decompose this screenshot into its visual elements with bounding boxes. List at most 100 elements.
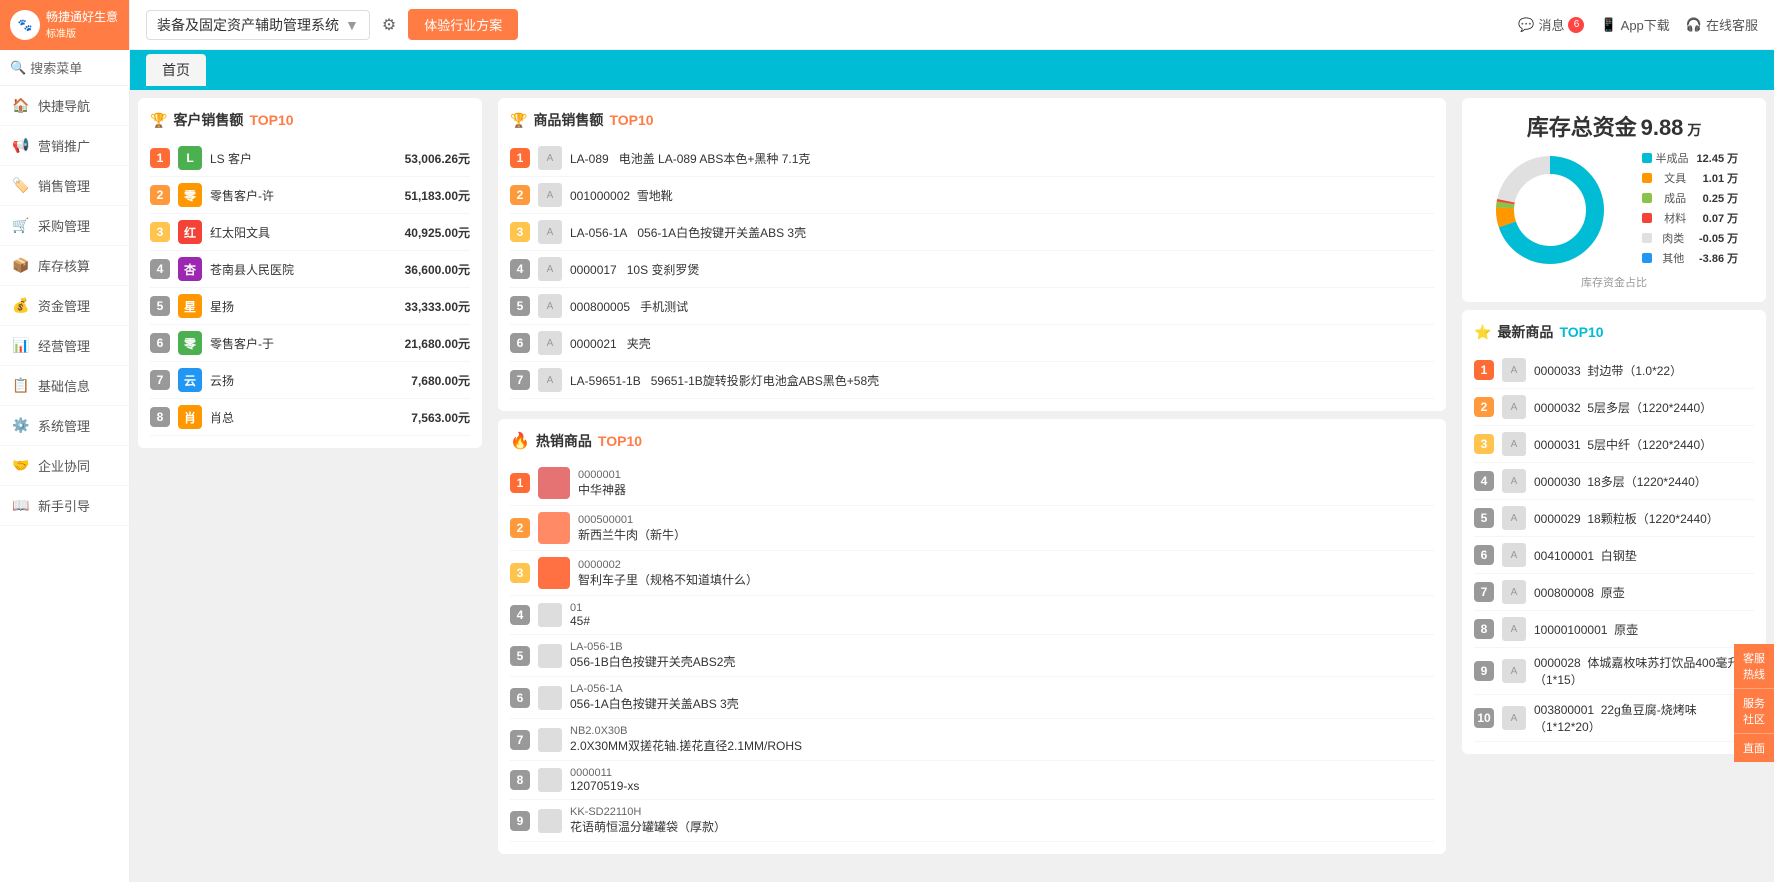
sidebar-item-quick-nav[interactable]: 🏠 快捷导航	[0, 86, 129, 126]
sidebar-item-basic-info[interactable]: 📋 基础信息	[0, 366, 129, 406]
rank-number: 7	[150, 370, 170, 390]
rank-number: 1	[510, 473, 530, 493]
product-thumb: A	[538, 331, 562, 355]
online-service-button[interactable]: 🎧 在线客服	[1686, 15, 1758, 34]
legend-value: -0.05 万	[1699, 230, 1738, 246]
sidebar-item-inventory[interactable]: 📦 库存核算	[0, 246, 129, 286]
list-item: 3 红 红太阳文具 40,925.00元	[150, 214, 470, 251]
avatar: 零	[178, 183, 202, 207]
rank-number: 1	[510, 148, 530, 168]
sidebar-item-marketing[interactable]: 📢 营销推广	[0, 126, 129, 166]
direct-button[interactable]: 直面	[1734, 734, 1774, 762]
message-badge: 6	[1568, 17, 1584, 33]
product-info: 0000021 夹壳	[570, 335, 1434, 352]
product-info: 0000033 封边带（1.0*22）	[1534, 362, 1754, 379]
money-icon: 💰	[12, 297, 30, 315]
trial-button[interactable]: 体验行业方案	[408, 9, 518, 40]
list-item: 1 L LS 客户 53,006.26元	[150, 140, 470, 177]
star-icon: ⭐	[1474, 324, 1491, 341]
product-code: 0000002	[578, 559, 758, 571]
cart-icon: 🛒	[12, 217, 30, 235]
product-info: 0000031 5层中纤（1220*2440）	[1534, 436, 1754, 453]
product-info: 004100001 白钢垫	[1534, 547, 1754, 564]
product-code: 0000001	[578, 469, 626, 481]
product-thumb: A	[538, 146, 562, 170]
avatar: 杏	[178, 257, 202, 281]
message-icon: 💬	[1518, 17, 1534, 33]
rank-number: 5	[1474, 508, 1494, 528]
phone-icon: 📱	[1600, 17, 1616, 33]
message-label: 消息	[1538, 15, 1564, 34]
message-button[interactable]: 💬 消息 6	[1518, 15, 1584, 34]
sidebar-item-guide[interactable]: 📖 新手引导	[0, 486, 129, 526]
sidebar-item-operations[interactable]: 📊 经营管理	[0, 326, 129, 366]
product-thumb	[538, 809, 562, 833]
sidebar-item-sales[interactable]: 🏷️ 销售管理	[0, 166, 129, 206]
rank-number: 4	[510, 259, 530, 279]
online-service-label: 在线客服	[1706, 15, 1758, 34]
product-thumb: A	[538, 183, 562, 207]
product-info: 0000028 体城嘉枚味苏打饮品400毫升（1*15）	[1534, 654, 1754, 688]
customer-name: 云扬	[210, 372, 403, 389]
list-item: 7 A 000800008 原壶	[1474, 574, 1754, 611]
product-name: 056-1B白色按键开关壳ABS2壳	[570, 653, 735, 670]
list-item: 5 A 0000029 18颗粒板（1220*2440）	[1474, 500, 1754, 537]
list-item: 2 000500001 新西兰牛肉（新牛）	[510, 506, 1434, 551]
product-code: NB2.0X30B	[570, 725, 802, 737]
avatar: L	[178, 146, 202, 170]
product-thumb	[538, 728, 562, 752]
customer-value: 40,925.00元	[405, 224, 470, 241]
list-item: 1 0000001 中华神器	[510, 461, 1434, 506]
sidebar-item-cooperation[interactable]: 🤝 企业协同	[0, 446, 129, 486]
inventory-chart-label: 库存资金占比	[1474, 274, 1754, 290]
product-code: 000500001	[578, 514, 686, 526]
system-name-text: 装备及固定资产辅助管理系统	[157, 15, 339, 35]
settings-icon[interactable]: ⚙	[382, 15, 396, 35]
handshake-icon: 🤝	[12, 457, 30, 475]
customer-service-button[interactable]: 客服 热线	[1734, 644, 1774, 689]
product-name: 12070519-xs	[570, 779, 639, 793]
list-item: 5 星 星扬 33,333.00元	[150, 288, 470, 325]
rank-number: 2	[1474, 397, 1494, 417]
legend-item: 其他 -3.86 万	[1642, 250, 1739, 266]
inventory-value: 9.88	[1641, 115, 1684, 140]
avatar: 云	[178, 368, 202, 392]
rank-number: 6	[510, 688, 530, 708]
list-item: 5 LA-056-1B 056-1B白色按键开关壳ABS2壳	[510, 635, 1434, 677]
product-name: 2.0X30MM双搓花轴.搓花直径2.1MM/ROHS	[570, 737, 802, 754]
rank-number: 1	[1474, 360, 1494, 380]
sidebar-item-system[interactable]: ⚙️ 系统管理	[0, 406, 129, 446]
list-item: 3 0000002 智利车子里（规格不知道填什么）	[510, 551, 1434, 596]
product-info: 001000002 雪地靴	[570, 187, 1434, 204]
hot-products-title: 🔥 热销商品 TOP10	[510, 431, 1434, 451]
product-name: 056-1A白色按键开关盖ABS 3壳	[570, 695, 739, 712]
sidebar-item-label: 企业协同	[38, 456, 90, 475]
logo-title: 畅捷通好生意	[46, 10, 118, 26]
rank-number: 9	[510, 811, 530, 831]
product-thumb: A	[1502, 395, 1526, 419]
product-thumb: A	[1502, 543, 1526, 567]
product-thumb: A	[1502, 432, 1526, 456]
rank-number: 6	[1474, 545, 1494, 565]
list-item: 7 NB2.0X30B 2.0X30MM双搓花轴.搓花直径2.1MM/ROHS	[510, 719, 1434, 761]
tab-home[interactable]: 首页	[146, 54, 206, 86]
sidebar-item-label: 系统管理	[38, 416, 90, 435]
float-buttons: 客服 热线 服务 社区 直面	[1734, 644, 1774, 762]
sidebar-item-label: 销售管理	[38, 176, 90, 195]
product-name: 智利车子里（规格不知道填什么）	[578, 571, 758, 588]
app-download-button[interactable]: 📱 App下载	[1600, 15, 1669, 34]
sidebar-item-purchase[interactable]: 🛒 采购管理	[0, 206, 129, 246]
service-community-button[interactable]: 服务 社区	[1734, 689, 1774, 734]
sidebar-item-label: 快捷导航	[38, 96, 90, 115]
list-item: 2 A 001000002 雪地靴	[510, 177, 1434, 214]
legend-value: 0.07 万	[1703, 210, 1738, 226]
customer-value: 53,006.26元	[405, 150, 470, 167]
sidebar-item-finance[interactable]: 💰 资金管理	[0, 286, 129, 326]
dropdown-icon[interactable]: ▼	[345, 17, 359, 33]
rank-number: 7	[510, 730, 530, 750]
sidebar-search[interactable]: 🔍 搜索菜单	[0, 50, 129, 86]
logo-badge: 标准版	[46, 25, 118, 40]
customer-name: 苍南县人民医院	[210, 261, 397, 278]
tag-icon: 🏷️	[12, 177, 30, 195]
product-thumb: A	[538, 368, 562, 392]
